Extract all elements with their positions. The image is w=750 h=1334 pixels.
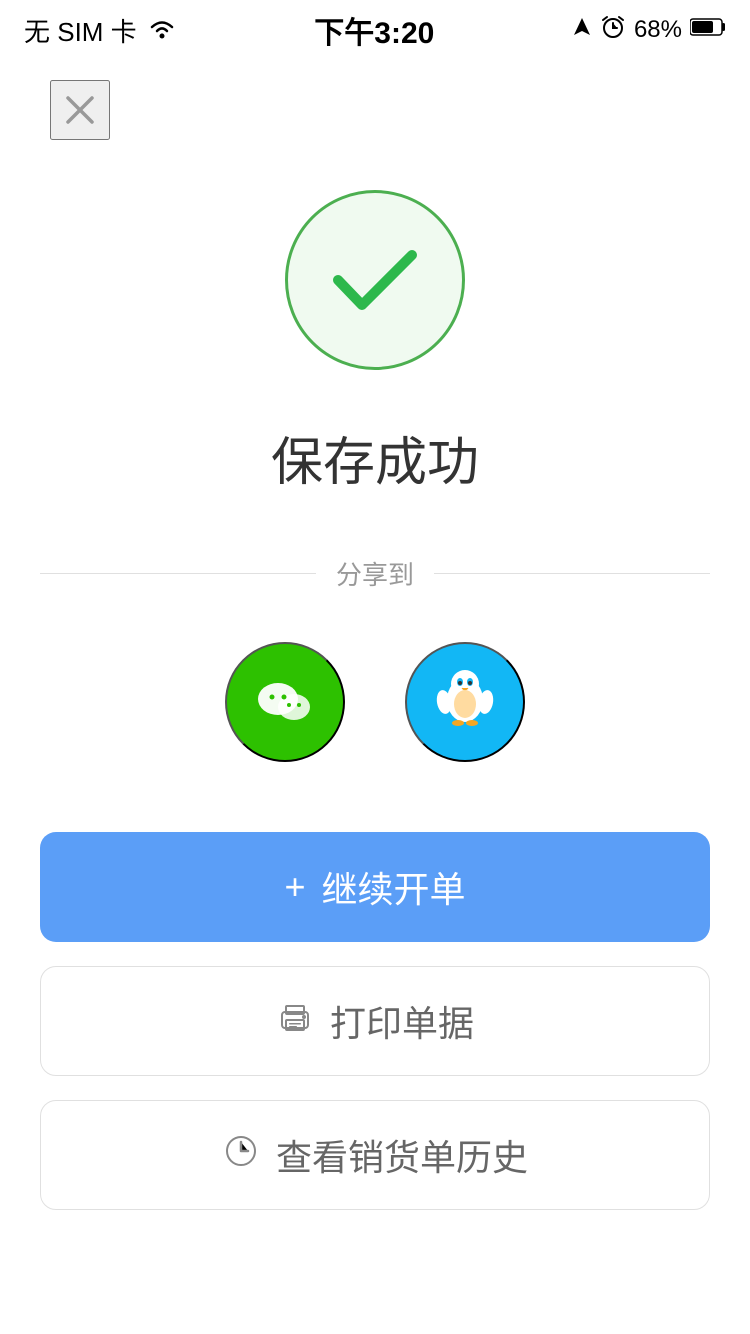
print-receipt-button[interactable]: 打印单据 xyxy=(40,966,710,1076)
time-display: 下午3:20 xyxy=(314,8,434,52)
main-content: 保存成功 分享到 xyxy=(0,60,750,1334)
view-history-label: 查看销货单历史 xyxy=(276,1129,528,1181)
divider-left xyxy=(40,573,316,574)
continue-order-label: 继续开单 xyxy=(322,861,466,913)
status-left: 无 SIM 卡 xyxy=(24,12,177,49)
continue-order-icon: + xyxy=(284,866,305,908)
continue-order-button[interactable]: + 继续开单 xyxy=(40,832,710,942)
wifi-icon xyxy=(147,15,177,46)
share-divider-row: 分享到 xyxy=(40,555,710,592)
print-receipt-label: 打印单据 xyxy=(330,995,474,1047)
actions-section: + 继续开单 打印单据 xyxy=(40,832,710,1210)
success-title: 保存成功 xyxy=(271,420,479,495)
success-icon-circle xyxy=(285,190,465,370)
alarm-icon xyxy=(600,14,626,47)
battery-icon xyxy=(690,16,726,44)
share-icons-row xyxy=(225,642,525,762)
share-label: 分享到 xyxy=(336,555,414,592)
status-right: 68% xyxy=(572,14,726,47)
view-history-button[interactable]: 查看销货单历史 xyxy=(40,1100,710,1210)
share-qq-button[interactable] xyxy=(405,642,525,762)
location-icon xyxy=(572,16,592,45)
carrier-text: 无 SIM 卡 xyxy=(24,12,137,49)
close-button[interactable] xyxy=(50,80,110,140)
checkmark-icon xyxy=(330,245,420,315)
history-icon xyxy=(222,1132,260,1179)
qq-icon xyxy=(430,666,500,738)
share-section: 分享到 xyxy=(40,555,710,762)
share-wechat-button[interactable] xyxy=(225,642,345,762)
battery-text: 68% xyxy=(634,16,682,44)
wechat-icon xyxy=(250,667,320,737)
status-bar: 无 SIM 卡 下午3:20 68% xyxy=(0,0,750,60)
print-icon xyxy=(276,998,314,1045)
divider-right xyxy=(434,573,710,574)
